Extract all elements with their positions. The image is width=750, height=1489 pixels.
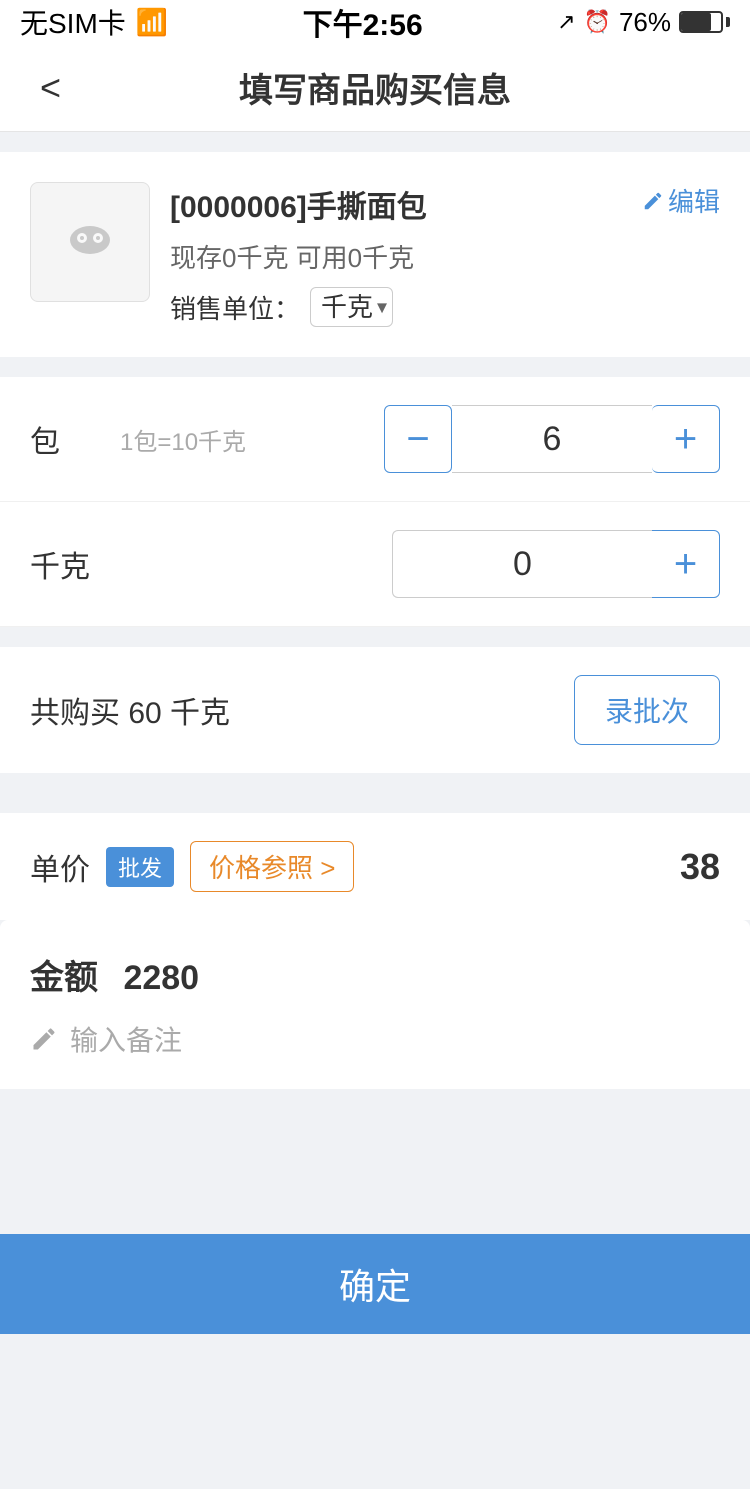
amount-label: 金额 <box>30 959 98 997</box>
status-bar: 无SIM卡 📶 下午2:56 ↗ ⏰ 76% <box>0 0 750 44</box>
kg-label: 千克 <box>30 542 110 586</box>
amount-text: 金额 2280 <box>30 950 720 999</box>
battery-percent: 76% <box>619 7 671 38</box>
time-display: 下午2:56 <box>303 0 423 44</box>
edit-label: 编辑 <box>668 182 720 219</box>
note-row[interactable]: 输入备注 <box>30 1019 720 1059</box>
pack-hint: 1包=10千克 <box>120 422 384 457</box>
amount-value: 2280 <box>123 959 199 997</box>
product-name: [0000006]手撕面包 <box>170 182 427 226</box>
price-ref-button[interactable]: 价格参照 > <box>190 841 354 892</box>
pack-increment-button[interactable]: + <box>652 405 720 473</box>
product-info: [0000006]手撕面包 编辑 现存0千克 可用0千克 销售单位： 千克 <box>170 182 720 327</box>
price-label: 单价 <box>30 845 90 889</box>
confirm-button-text: 确定 <box>339 1258 411 1310</box>
location-icon: ↗ <box>557 9 575 35</box>
battery-icon <box>679 11 730 33</box>
product-image <box>30 182 150 302</box>
product-header: [0000006]手撕面包 编辑 <box>170 182 720 238</box>
quantity-section: 包 1包=10千克 − + 千克 + <box>0 377 750 627</box>
amount-section: 金额 2280 输入备注 <box>0 920 750 1089</box>
wifi-icon: 📶 <box>136 7 168 38</box>
unit-select[interactable]: 千克 <box>310 287 393 327</box>
summary-section: 共购买 60 千克 录批次 <box>0 647 750 773</box>
product-logo-icon <box>60 212 120 272</box>
edit-icon <box>642 190 664 212</box>
pack-controls: − + <box>384 405 720 473</box>
price-type-tag: 批发 <box>106 847 174 887</box>
summary-text: 共购买 60 千克 <box>30 688 230 732</box>
confirm-bar[interactable]: 确定 <box>0 1234 750 1334</box>
edit-button[interactable]: 编辑 <box>642 182 720 219</box>
page-title: 填写商品购买信息 <box>239 63 511 112</box>
price-value: 38 <box>680 846 720 888</box>
separator-1 <box>0 773 750 793</box>
pack-label: 包 <box>30 417 110 461</box>
kg-increment-button[interactable]: + <box>652 530 720 598</box>
quantity-row-pack: 包 1包=10千克 − + <box>0 377 750 502</box>
pack-quantity-input[interactable] <box>452 405 652 473</box>
product-unit-row: 销售单位： 千克 <box>170 287 720 327</box>
note-label: 输入备注 <box>70 1019 182 1059</box>
back-button[interactable]: < <box>30 57 71 119</box>
pack-decrement-button[interactable]: − <box>384 405 452 473</box>
amount-wrapper: 金额 2280 输入备注 <box>0 920 750 1089</box>
nav-bar: < 填写商品购买信息 <box>0 44 750 132</box>
pencil-icon <box>30 1025 58 1053</box>
alarm-icon: ⏰ <box>584 9 611 35</box>
unit-label: 销售单位： <box>170 289 300 326</box>
price-section: 单价 批发 价格参照 > 38 <box>0 813 750 920</box>
product-stock: 现存0千克 可用0千克 <box>170 238 720 275</box>
status-right: ↗ ⏰ 76% <box>557 7 730 38</box>
kg-quantity-input[interactable] <box>392 530 652 598</box>
batch-button[interactable]: 录批次 <box>574 675 720 745</box>
quantity-row-kg: 千克 + <box>0 502 750 627</box>
product-card: [0000006]手撕面包 编辑 现存0千克 可用0千克 销售单位： 千克 <box>0 152 750 357</box>
kg-controls: + <box>392 530 720 598</box>
unit-select-wrapper[interactable]: 千克 <box>310 287 393 327</box>
carrier-text: 无SIM卡 <box>20 2 126 42</box>
status-left: 无SIM卡 📶 <box>20 2 168 42</box>
